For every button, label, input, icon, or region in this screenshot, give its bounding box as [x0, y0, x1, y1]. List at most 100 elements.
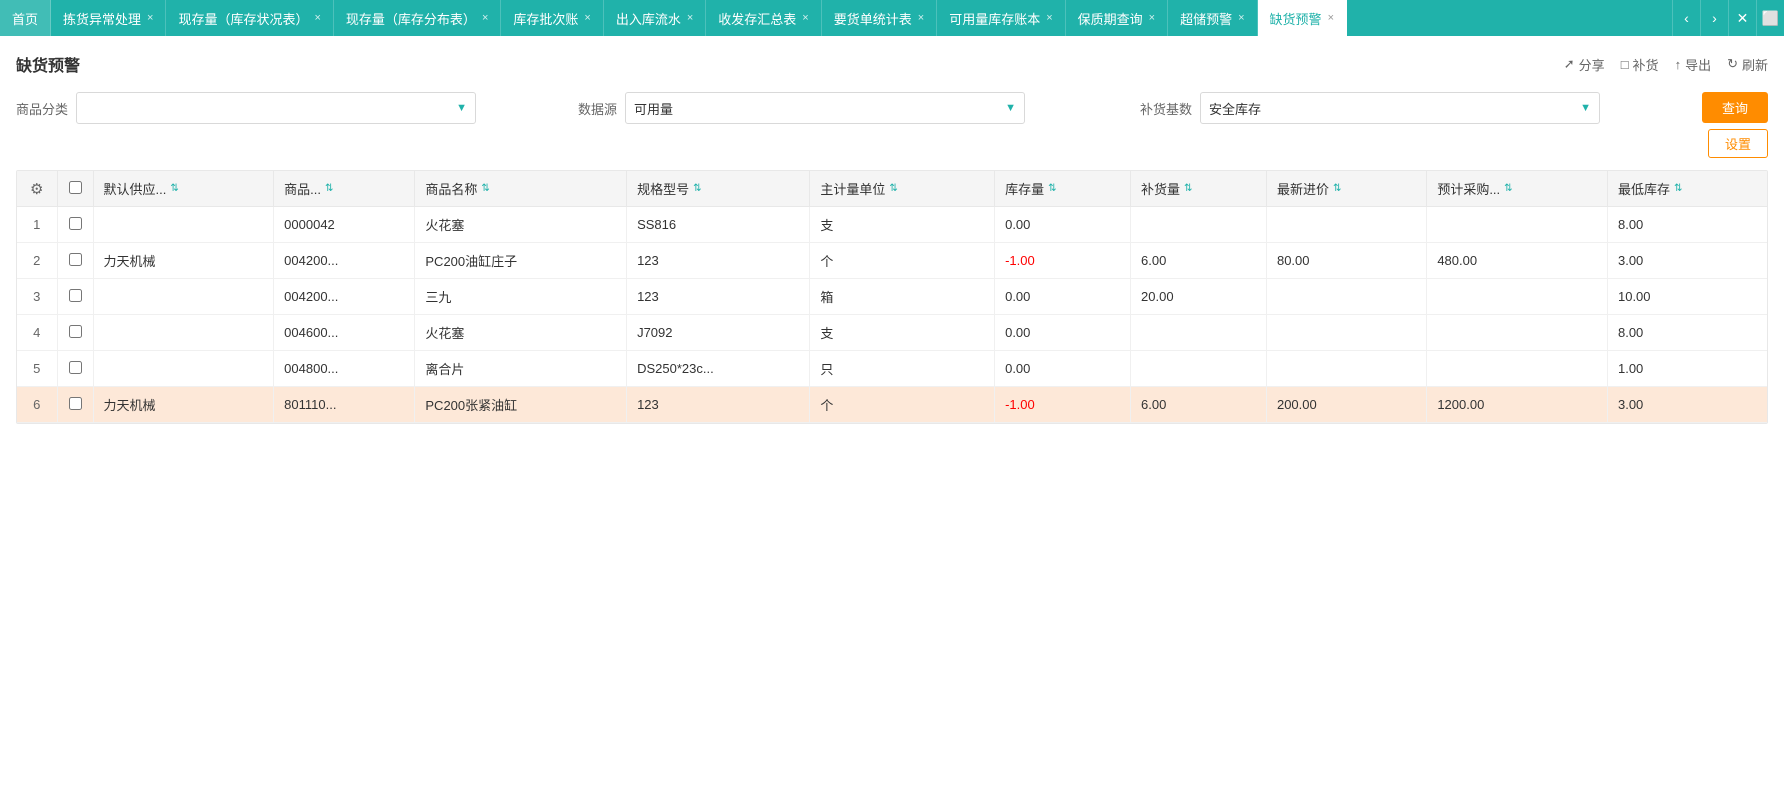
tab-expiry[interactable]: 保质期查询 × [1066, 0, 1168, 36]
th-min-stock[interactable]: 最低库存 ⇅ [1607, 171, 1767, 207]
row-est-purchase [1427, 315, 1608, 351]
row-latest-price [1266, 351, 1426, 387]
close-icon[interactable]: × [584, 12, 590, 24]
th-supplier[interactable]: 默认供应... ⇅ [93, 171, 274, 207]
tab-order-stat[interactable]: 要货单统计表 × [822, 0, 937, 36]
tab-batch[interactable]: 库存批次账 × [501, 0, 603, 36]
close-icon[interactable]: × [147, 12, 153, 24]
row-checkbox-cell[interactable] [57, 387, 93, 423]
th-spec-label: 规格型号 [637, 179, 689, 198]
row-checkbox[interactable] [69, 397, 82, 410]
tab-overstock[interactable]: 超储预警 × [1168, 0, 1257, 36]
row-est-purchase: 1200.00 [1427, 387, 1608, 423]
row-checkbox-cell[interactable] [57, 207, 93, 243]
th-est-purchase[interactable]: 预计采购... ⇅ [1427, 171, 1608, 207]
tab-close-button[interactable]: ✕ [1728, 0, 1756, 36]
row-stock: 0.00 [995, 279, 1131, 315]
replenish-select[interactable]: 安全库存 ▼ [1200, 92, 1600, 124]
row-spec: 123 [627, 387, 810, 423]
row-checkbox[interactable] [69, 217, 82, 230]
tab-bar: 首页 拣货异常处理 × 现存量（库存状况表） × 现存量（库存分布表） × 库存… [0, 0, 1784, 36]
tab-shortage[interactable]: 缺货预警 × [1258, 0, 1347, 36]
table-row: 3 004200... 三九 123 箱 0.00 20.00 10.00 [17, 279, 1767, 315]
refresh-button[interactable]: ↻ 刷新 [1727, 55, 1768, 74]
row-checkbox[interactable] [69, 361, 82, 374]
row-supplier: 力天机械 [93, 243, 274, 279]
row-checkbox[interactable] [69, 289, 82, 302]
close-icon[interactable]: × [1149, 12, 1155, 24]
tab-maximize-button[interactable]: ⬜ [1756, 0, 1784, 36]
row-spec: 123 [627, 279, 810, 315]
tab-collect[interactable]: 收发存汇总表 × [706, 0, 821, 36]
close-icon[interactable]: × [482, 12, 488, 24]
close-icon[interactable]: × [687, 12, 693, 24]
row-product-name: 离合片 [415, 351, 627, 387]
row-stock: -1.00 [995, 243, 1131, 279]
data-table: ⚙ 默认供应... ⇅ 商品... ⇅ [17, 171, 1767, 423]
close-icon[interactable]: × [1328, 12, 1334, 24]
gear-icon[interactable]: ⚙ [30, 181, 43, 198]
row-product-name: PC200张紧油缸 [415, 387, 627, 423]
th-supplier-label: 默认供应... [104, 179, 167, 198]
close-icon[interactable]: × [1238, 12, 1244, 24]
th-stock[interactable]: 库存量 ⇅ [995, 171, 1131, 207]
row-checkbox-cell[interactable] [57, 351, 93, 387]
tab-next-button[interactable]: › [1700, 0, 1728, 36]
close-icon[interactable]: × [1046, 12, 1052, 24]
select-all-checkbox[interactable] [69, 181, 82, 194]
th-replenish-qty[interactable]: 补货量 ⇅ [1131, 171, 1267, 207]
table-body: 1 0000042 火花塞 SS816 支 0.00 8.00 2 力天机械 0… [17, 207, 1767, 423]
th-product-code[interactable]: 商品... ⇅ [274, 171, 415, 207]
row-min-stock: 8.00 [1607, 207, 1767, 243]
sort-icon: ⇅ [170, 183, 178, 194]
close-icon[interactable]: × [314, 12, 320, 24]
th-settings[interactable]: ⚙ [17, 171, 57, 207]
th-product-name[interactable]: 商品名称 ⇅ [415, 171, 627, 207]
row-replenish-qty [1131, 315, 1267, 351]
row-supplier [93, 351, 274, 387]
tab-stock-status[interactable]: 现存量（库存状况表） × [166, 0, 333, 36]
row-min-stock: 3.00 [1607, 387, 1767, 423]
close-icon[interactable]: × [802, 12, 808, 24]
th-latest-price[interactable]: 最新进价 ⇅ [1266, 171, 1426, 207]
row-unit: 个 [810, 387, 995, 423]
row-index: 4 [17, 315, 57, 351]
row-checkbox-cell[interactable] [57, 243, 93, 279]
row-supplier: 力天机械 [93, 387, 274, 423]
category-label: 商品分类 [16, 99, 68, 118]
tab-home[interactable]: 首页 [0, 0, 51, 36]
tab-available[interactable]: 可用量库存账本 × [937, 0, 1065, 36]
row-latest-price [1266, 315, 1426, 351]
row-checkbox[interactable] [69, 253, 82, 266]
th-product-name-label: 商品名称 [425, 179, 477, 198]
th-spec[interactable]: 规格型号 ⇅ [627, 171, 810, 207]
row-product-code: 004800... [274, 351, 415, 387]
row-product-name: 火花塞 [415, 207, 627, 243]
row-stock: 0.00 [995, 351, 1131, 387]
export-button[interactable]: ↑ 导出 [1675, 55, 1712, 74]
tab-prev-button[interactable]: ‹ [1672, 0, 1700, 36]
row-est-purchase [1427, 279, 1608, 315]
row-checkbox[interactable] [69, 325, 82, 338]
row-checkbox-cell[interactable] [57, 315, 93, 351]
query-button[interactable]: 查询 [1702, 92, 1768, 123]
th-unit[interactable]: 主计量单位 ⇅ [810, 171, 995, 207]
tab-abnormal[interactable]: 拣货异常处理 × [51, 0, 166, 36]
th-replenish-qty-label: 补货量 [1141, 179, 1180, 198]
row-replenish-qty: 20.00 [1131, 279, 1267, 315]
row-stock: -1.00 [995, 387, 1131, 423]
category-select[interactable]: ▼ [76, 92, 476, 124]
share-button[interactable]: ➚ 分享 [1564, 55, 1605, 74]
row-checkbox-cell[interactable] [57, 279, 93, 315]
datasource-select[interactable]: 可用量 ▼ [625, 92, 1025, 124]
table-row: 1 0000042 火花塞 SS816 支 0.00 8.00 [17, 207, 1767, 243]
th-checkbox[interactable] [57, 171, 93, 207]
settings-button[interactable]: 设置 [1708, 129, 1768, 158]
close-icon[interactable]: × [918, 12, 924, 24]
table-row: 2 力天机械 004200... PC200油缸庄子 123 个 -1.00 6… [17, 243, 1767, 279]
tab-stock-dist[interactable]: 现存量（库存分布表） × [334, 0, 501, 36]
row-product-code: 0000042 [274, 207, 415, 243]
th-min-stock-label: 最低库存 [1618, 179, 1670, 198]
replenish-button[interactable]: □ 补货 [1621, 55, 1659, 74]
tab-inout[interactable]: 出入库流水 × [604, 0, 706, 36]
